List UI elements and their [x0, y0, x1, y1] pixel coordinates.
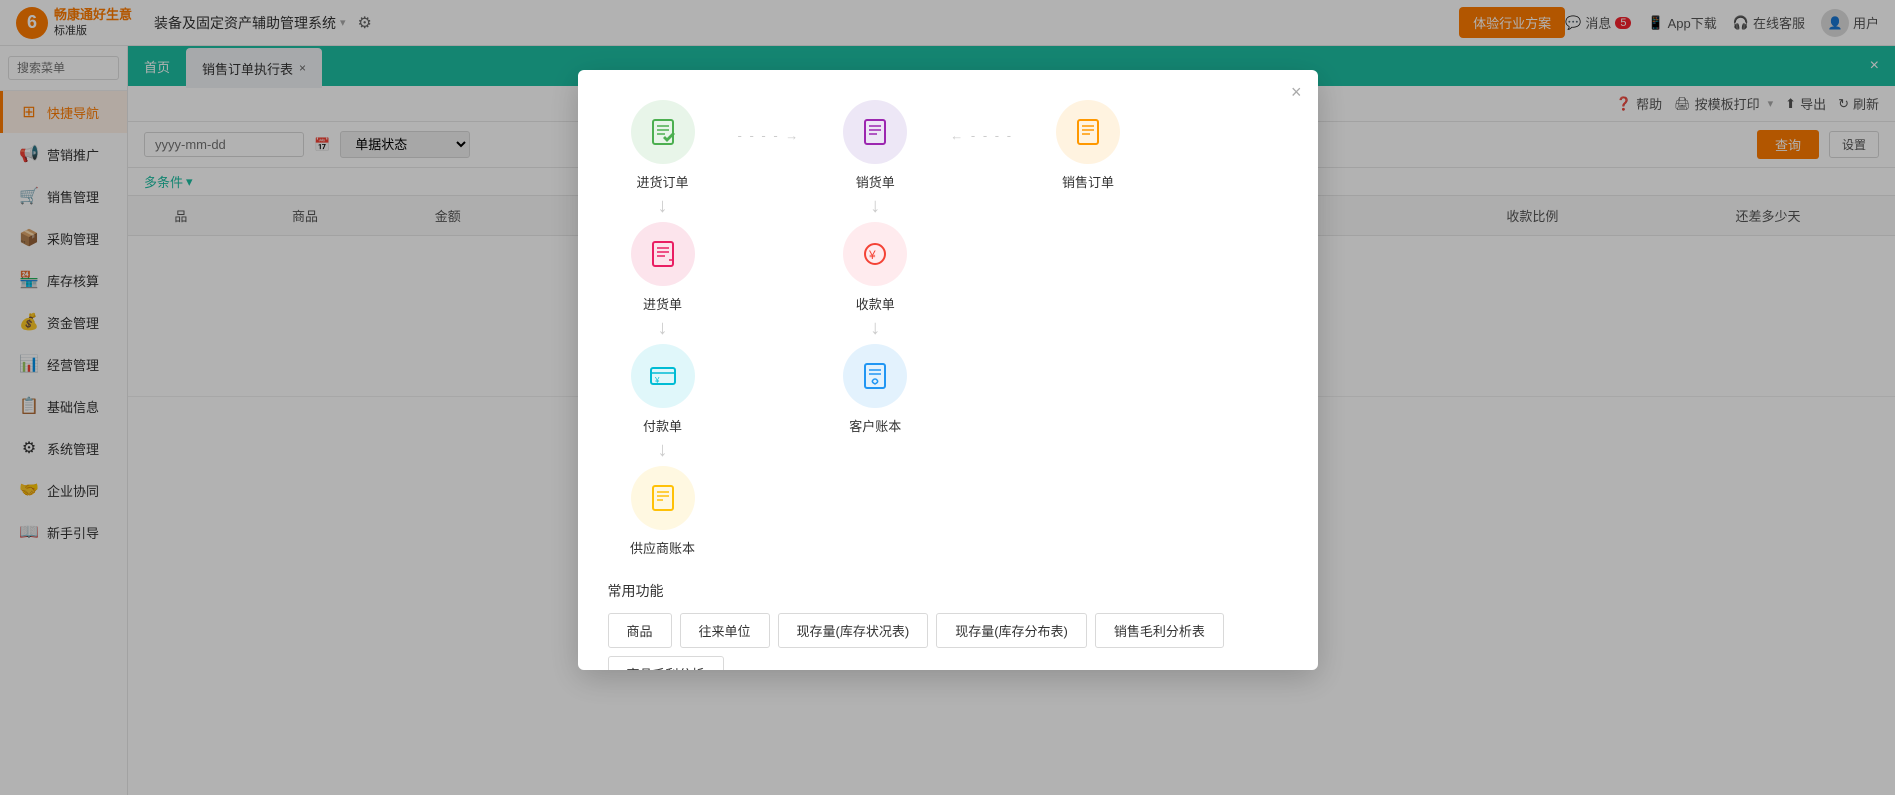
flow-connector-1: - - - - → — [738, 100, 801, 143]
func-btn-stock-dist[interactable]: 现存量(库存分布表) — [936, 613, 1087, 648]
modal-box: × 进货订单 ↓ 进货单 — [578, 70, 1318, 670]
sale-bill-icon — [843, 100, 907, 164]
arrow-down-4: ↓ — [870, 195, 880, 218]
arrow-down-3: ↓ — [658, 439, 668, 462]
flow-node-payment-bill[interactable]: ¥ 付款单 — [608, 344, 718, 435]
arrow-down-1: ↓ — [658, 195, 668, 218]
func-btn-product[interactable]: 商品 — [608, 613, 672, 648]
flow-node-purchase-order[interactable]: 进货订单 — [608, 100, 718, 191]
supplier-ledger-icon — [631, 466, 695, 530]
flow-far-right-col: 销售订单 — [1033, 100, 1143, 191]
modal-close-button[interactable]: × — [1291, 82, 1302, 103]
arrow-down-5: ↓ — [870, 317, 880, 340]
arrow-down-2: ↓ — [658, 317, 668, 340]
flow-node-customer-ledger[interactable]: 客户账本 — [820, 344, 930, 435]
flow-node-receipt-bill[interactable]: ¥ 收款单 — [820, 222, 930, 313]
svg-text:¥: ¥ — [654, 376, 660, 385]
receipt-bill-icon: ¥ — [843, 222, 907, 286]
flow-node-supplier-ledger[interactable]: 供应商账本 — [608, 466, 718, 557]
flow-diagram: 进货订单 ↓ 进货单 ↓ ¥ 付款单 — [608, 100, 1288, 557]
flow-right-col: 销货单 ↓ ¥ 收款单 ↓ 客户账本 — [820, 100, 930, 435]
payment-bill-icon: ¥ — [631, 344, 695, 408]
flow-left-col: 进货订单 ↓ 进货单 ↓ ¥ 付款单 — [608, 100, 718, 557]
flow-node-sale-order[interactable]: 销售订单 — [1033, 100, 1143, 191]
purchase-order-icon — [631, 100, 695, 164]
customer-ledger-icon — [843, 344, 907, 408]
modal-overlay[interactable]: × 进货订单 ↓ 进货单 — [0, 0, 1895, 795]
common-funcs-title: 常用功能 — [608, 581, 1288, 601]
purchase-bill-icon — [631, 222, 695, 286]
sale-order-icon — [1056, 100, 1120, 164]
func-btn-stock-status[interactable]: 现存量(库存状况表) — [778, 613, 929, 648]
func-btn-product-margin[interactable]: 商品毛利分析 — [608, 656, 724, 670]
flow-node-sale-bill[interactable]: 销货单 — [820, 100, 930, 191]
svg-text:¥: ¥ — [868, 248, 876, 262]
common-functions-section: 常用功能 商品 往来单位 现存量(库存状况表) 现存量(库存分布表) 销售毛利分… — [608, 581, 1288, 670]
func-buttons-row-1: 商品 往来单位 现存量(库存状况表) 现存量(库存分布表) 销售毛利分析表 商品… — [608, 613, 1288, 670]
flow-connector-2: ← - - - - — [950, 100, 1013, 143]
flow-node-purchase-bill[interactable]: 进货单 — [608, 222, 718, 313]
func-btn-partner[interactable]: 往来单位 — [680, 613, 770, 648]
func-btn-sales-margin[interactable]: 销售毛利分析表 — [1095, 613, 1224, 648]
